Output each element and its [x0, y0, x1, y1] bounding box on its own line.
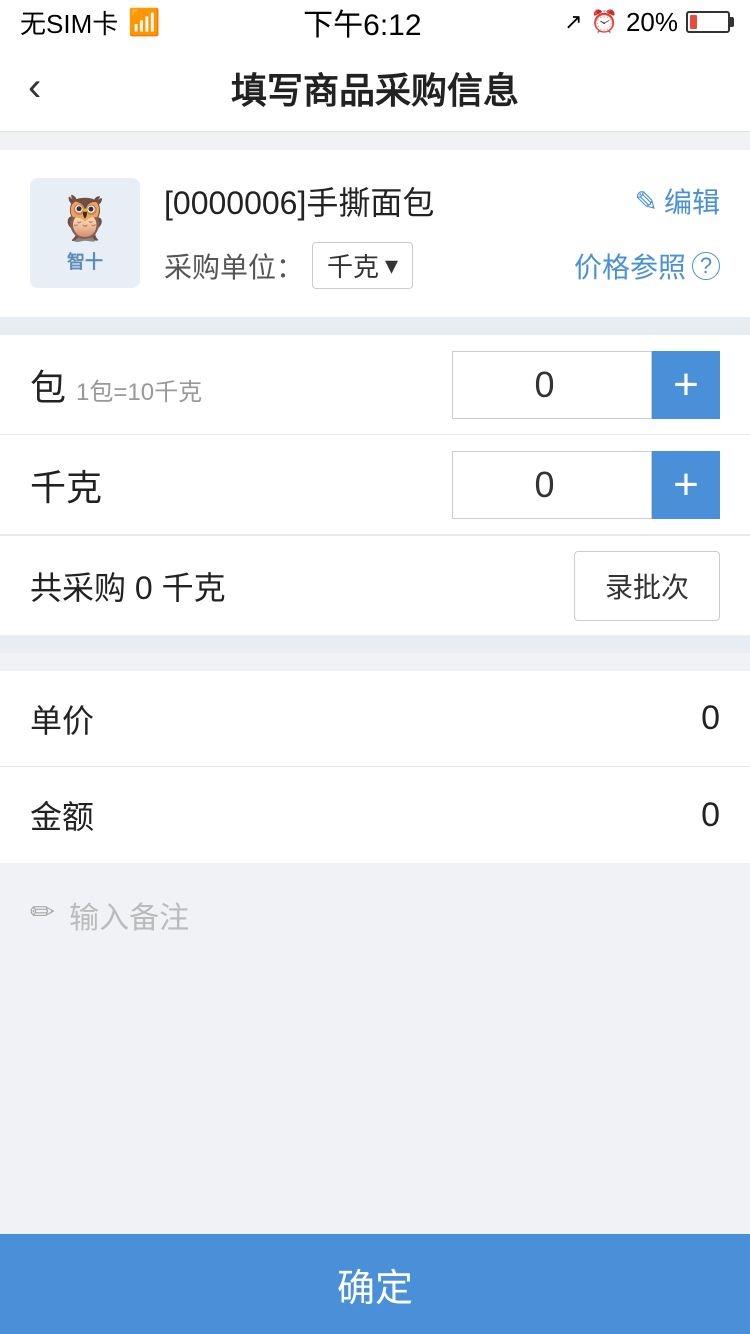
product-unit-row: 采购单位： 千克 ▾ 价格参照 ?	[164, 242, 720, 289]
carrier-label: 无SIM卡	[20, 4, 118, 41]
unit-value: 千克	[327, 247, 379, 284]
unit-label: 采购单位：	[164, 246, 304, 286]
quantity-section: 包 1包=10千克 + 千克 + 共采购 0 千克 录批次	[0, 335, 750, 635]
bag-label-main: 包	[30, 359, 66, 411]
total-quantity-text: 共采购 0 千克	[30, 563, 226, 609]
status-time: 下午6:12	[303, 0, 421, 44]
note-section[interactable]: ✏ 输入备注	[0, 863, 750, 963]
edit-label: 编辑	[664, 181, 720, 221]
unit-price-label: 单价	[30, 696, 94, 742]
back-button[interactable]: ‹	[28, 65, 41, 110]
summary-row: 共采购 0 千克 录批次	[0, 535, 750, 635]
amount-label: 金额	[30, 792, 94, 838]
status-right: ↗ ⏰ 20%	[564, 7, 730, 38]
status-bar: 无SIM卡 📶 下午6:12 ↗ ⏰ 20%	[0, 0, 750, 44]
product-card: 🦉 智十 [0000006]手撕面包 ✎ 编辑 采购单位： 千克 ▾ 价格参照 …	[0, 150, 750, 317]
amount-row: 金额 0	[0, 767, 750, 863]
bag-quantity-row: 包 1包=10千克 +	[0, 335, 750, 435]
kg-label-main: 千克	[30, 459, 102, 511]
product-thumbnail: 🦉 智十	[30, 178, 140, 288]
kg-qty-controls: +	[452, 451, 720, 519]
nav-bar: ‹ 填写商品采购信息	[0, 44, 750, 132]
unit-price-row: 单价 0	[0, 671, 750, 767]
product-name: [0000006]手撕面包	[164, 178, 434, 224]
edit-button[interactable]: ✎ 编辑	[635, 181, 720, 221]
confirm-button[interactable]: 确定	[0, 1234, 750, 1334]
amount-value: 0	[701, 796, 720, 835]
product-thumb-label: 智十	[67, 248, 103, 274]
location-icon: ↗	[564, 9, 582, 35]
bag-plus-button[interactable]: +	[652, 351, 720, 419]
content-area	[0, 963, 750, 1253]
product-thumb-icon: 🦉	[58, 192, 113, 244]
edit-icon: ✎	[635, 185, 658, 218]
pencil-icon: ✏	[30, 895, 55, 930]
status-left: 无SIM卡 📶	[20, 4, 161, 41]
section-divider-1	[0, 317, 750, 335]
alarm-icon: ⏰	[591, 9, 618, 35]
battery-fill	[690, 15, 697, 29]
help-icon: ?	[692, 252, 720, 280]
bag-label-sub: 1包=10千克	[76, 372, 202, 407]
product-name-row: [0000006]手撕面包 ✎ 编辑	[164, 178, 720, 224]
kg-qty-input[interactable]	[452, 451, 652, 519]
kg-label: 千克	[30, 459, 452, 511]
unit-selector[interactable]: 采购单位： 千克 ▾	[164, 242, 413, 289]
note-placeholder: 输入备注	[69, 893, 189, 937]
battery-icon	[686, 11, 730, 33]
battery-pct: 20%	[626, 7, 678, 38]
page-title: 填写商品采购信息	[231, 62, 519, 114]
bag-qty-controls: +	[452, 351, 720, 419]
unit-price-value: 0	[701, 699, 720, 738]
kg-quantity-row: 千克 +	[0, 435, 750, 535]
price-ref-label: 价格参照	[574, 246, 686, 286]
bag-qty-input[interactable]	[452, 351, 652, 419]
batch-button[interactable]: 录批次	[574, 551, 720, 621]
unit-dropdown[interactable]: 千克 ▾	[312, 242, 413, 289]
section-divider-2	[0, 635, 750, 653]
product-info: [0000006]手撕面包 ✎ 编辑 采购单位： 千克 ▾ 价格参照 ?	[164, 178, 720, 289]
wifi-icon: 📶	[128, 7, 160, 38]
chevron-down-icon: ▾	[385, 250, 398, 281]
kg-plus-button[interactable]: +	[652, 451, 720, 519]
price-section: 单价 0 金额 0	[0, 671, 750, 863]
price-reference-button[interactable]: 价格参照 ?	[574, 246, 720, 286]
bag-label: 包 1包=10千克	[30, 359, 452, 411]
